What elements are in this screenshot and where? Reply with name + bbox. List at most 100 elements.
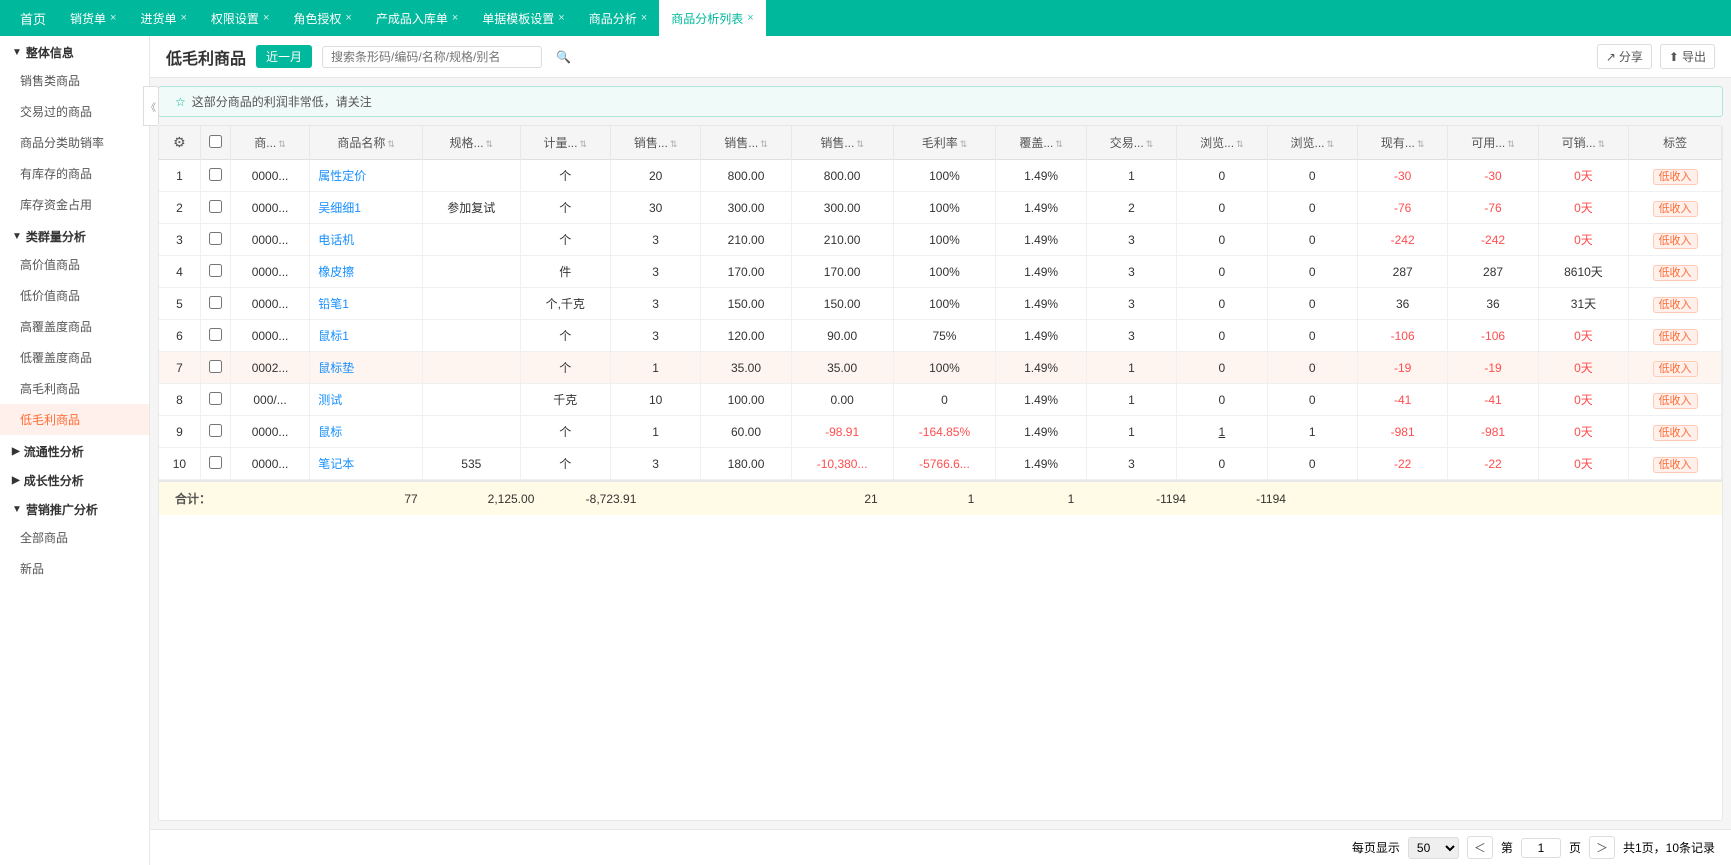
- row-checkbox-cell[interactable]: [200, 384, 230, 416]
- row-checkbox[interactable]: [209, 168, 222, 181]
- filter-recent-month-button[interactable]: 近一月: [256, 45, 312, 68]
- col-code[interactable]: 商...⇅: [230, 126, 309, 160]
- row-name[interactable]: 吴细细1: [310, 192, 423, 224]
- sidebar-group-growth[interactable]: ▶ 成长性分析: [0, 464, 149, 493]
- sidebar-item-in-stock[interactable]: 有库存的商品: [0, 158, 149, 189]
- select-all-checkbox[interactable]: [209, 135, 222, 148]
- row-checkbox[interactable]: [209, 200, 222, 213]
- nav-product-analysis-list[interactable]: 商品分析列表 ×: [659, 0, 765, 36]
- nav-purchase-close[interactable]: ×: [180, 12, 186, 24]
- row-code: 0000...: [230, 224, 309, 256]
- col-unit[interactable]: 计量...⇅: [520, 126, 610, 160]
- sidebar-item-all-products[interactable]: 全部商品: [0, 522, 149, 553]
- row-checkbox[interactable]: [209, 264, 222, 277]
- sidebar-group-flow[interactable]: ▶ 流通性分析: [0, 435, 149, 464]
- row-sales-price: 210.00: [701, 224, 791, 256]
- col-tag[interactable]: 标签: [1629, 126, 1722, 160]
- nav-products-in[interactable]: 产成品入库单 ×: [364, 0, 470, 36]
- search-input[interactable]: [322, 46, 542, 68]
- nav-products-in-close[interactable]: ×: [452, 12, 458, 24]
- col-sales-amount[interactable]: 销售...⇅: [791, 126, 893, 160]
- row-name[interactable]: 铅笔1: [310, 288, 423, 320]
- sidebar-item-sales-products[interactable]: 销售类商品: [0, 65, 149, 96]
- export-button[interactable]: ⬆ 导出: [1660, 44, 1715, 69]
- sidebar-group-cluster[interactable]: ▼ 类群量分析: [0, 220, 149, 249]
- row-checkbox-cell[interactable]: [200, 192, 230, 224]
- col-name[interactable]: 商品名称⇅: [310, 126, 423, 160]
- col-trade-count[interactable]: 交易...⇅: [1086, 126, 1176, 160]
- page-size-select[interactable]: 50 100: [1408, 837, 1459, 859]
- nav-permissions[interactable]: 权限设置 ×: [199, 0, 281, 36]
- col-view2[interactable]: 浏览...⇅: [1267, 126, 1357, 160]
- row-checkbox[interactable]: [209, 424, 222, 437]
- next-page-button[interactable]: ＞: [1589, 836, 1615, 859]
- row-checkbox[interactable]: [209, 296, 222, 309]
- row-name[interactable]: 笔记本: [310, 448, 423, 480]
- row-unit: 个: [520, 320, 610, 352]
- row-checkbox-cell[interactable]: [200, 352, 230, 384]
- col-gross-margin[interactable]: 毛利率⇅: [893, 126, 996, 160]
- sidebar-item-high-coverage[interactable]: 高覆盖度商品: [0, 311, 149, 342]
- nav-home[interactable]: 首页: [8, 0, 58, 36]
- nav-roles-close[interactable]: ×: [345, 12, 351, 24]
- sidebar-item-high-margin[interactable]: 高毛利商品: [0, 373, 149, 404]
- prev-page-button[interactable]: ＜: [1467, 836, 1493, 859]
- nav-sales-close[interactable]: ×: [110, 12, 116, 24]
- row-checkbox[interactable]: [209, 360, 222, 373]
- row-checkbox-cell[interactable]: [200, 288, 230, 320]
- nav-product-analysis-list-close[interactable]: ×: [747, 12, 753, 24]
- sidebar-group-overall[interactable]: ▼ 整体信息: [0, 36, 149, 65]
- col-available[interactable]: 可用...⇅: [1448, 126, 1538, 160]
- row-name[interactable]: 电话机: [310, 224, 423, 256]
- share-button[interactable]: ↗ 分享: [1597, 44, 1652, 69]
- row-no: 10: [159, 448, 200, 480]
- row-checkbox-cell[interactable]: [200, 320, 230, 352]
- settings-col-header[interactable]: ⚙: [159, 126, 200, 160]
- row-checkbox[interactable]: [209, 328, 222, 341]
- row-checkbox-cell[interactable]: [200, 416, 230, 448]
- nav-product-analysis-close[interactable]: ×: [641, 12, 647, 24]
- row-name[interactable]: 鼠标1: [310, 320, 423, 352]
- row-name[interactable]: 橡皮擦: [310, 256, 423, 288]
- row-name[interactable]: 测试: [310, 384, 423, 416]
- row-checkbox[interactable]: [209, 392, 222, 405]
- nav-permissions-close[interactable]: ×: [263, 12, 269, 24]
- row-name[interactable]: 鼠标垫: [310, 352, 423, 384]
- sidebar-item-low-coverage[interactable]: 低覆盖度商品: [0, 342, 149, 373]
- row-view1[interactable]: 1: [1177, 416, 1267, 448]
- nav-product-analysis[interactable]: 商品分析 ×: [577, 0, 659, 36]
- page-number-input[interactable]: [1521, 838, 1561, 858]
- sidebar-item-category-rate[interactable]: 商品分类助销率: [0, 127, 149, 158]
- nav-purchase[interactable]: 进货单 ×: [128, 0, 198, 36]
- col-current-stock[interactable]: 现有...⇅: [1357, 126, 1447, 160]
- checkbox-col-header[interactable]: [200, 126, 230, 160]
- row-checkbox-cell[interactable]: [200, 448, 230, 480]
- sidebar-item-stock-fund[interactable]: 库存资金占用: [0, 189, 149, 220]
- col-sales-qty[interactable]: 销售...⇅: [610, 126, 700, 160]
- sidebar-collapse-button[interactable]: 《: [143, 86, 159, 126]
- row-checkbox[interactable]: [209, 456, 222, 469]
- sidebar-item-low-margin[interactable]: 低毛利商品: [0, 404, 149, 435]
- nav-templates-close[interactable]: ×: [558, 12, 564, 24]
- sidebar-group-marketing[interactable]: ▼ 营销推广分析: [0, 493, 149, 522]
- row-checkbox-cell[interactable]: [200, 256, 230, 288]
- sidebar-item-traded-products[interactable]: 交易过的商品: [0, 96, 149, 127]
- sidebar-item-new-products[interactable]: 新品: [0, 553, 149, 584]
- row-checkbox[interactable]: [209, 232, 222, 245]
- nav-sales[interactable]: 销货单 ×: [58, 0, 128, 36]
- col-saleable[interactable]: 可销...⇅: [1538, 126, 1628, 160]
- col-spec[interactable]: 规格...⇅: [423, 126, 521, 160]
- col-coverage[interactable]: 覆盖...⇅: [996, 126, 1086, 160]
- row-name[interactable]: 鼠标: [310, 416, 423, 448]
- nav-templates[interactable]: 单据模板设置 ×: [470, 0, 576, 36]
- col-view1[interactable]: 浏览...⇅: [1177, 126, 1267, 160]
- nav-roles[interactable]: 角色授权 ×: [281, 0, 363, 36]
- sidebar-item-high-value[interactable]: 高价值商品: [0, 249, 149, 280]
- settings-icon[interactable]: ⚙: [173, 134, 186, 150]
- row-checkbox-cell[interactable]: [200, 160, 230, 192]
- sidebar-item-low-value[interactable]: 低价值商品: [0, 280, 149, 311]
- row-name[interactable]: 属性定价: [310, 160, 423, 192]
- row-checkbox-cell[interactable]: [200, 224, 230, 256]
- col-sales-price[interactable]: 销售...⇅: [701, 126, 791, 160]
- search-icon[interactable]: 🔍: [556, 50, 571, 64]
